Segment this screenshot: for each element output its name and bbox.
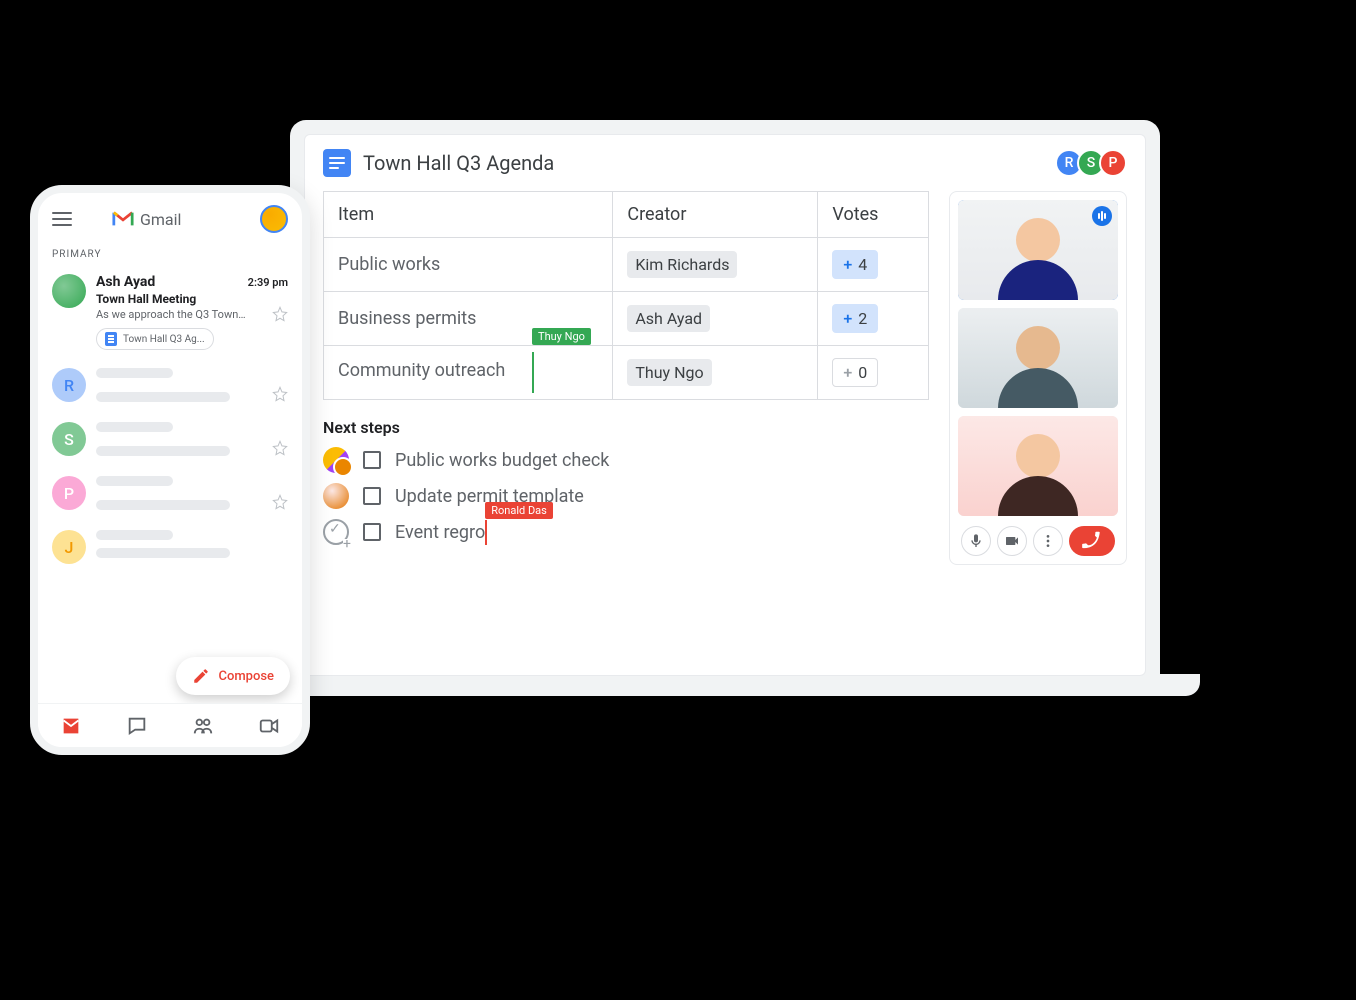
plus-icon: + — [843, 363, 852, 382]
email-snippet: As we approach the Q3 Town Ha... — [96, 308, 246, 321]
step-text[interactable]: Public works budget check — [395, 450, 609, 471]
placeholder-avatar: S — [52, 422, 86, 456]
gmail-logo: Gmail — [112, 210, 181, 229]
more-options-button[interactable] — [1033, 526, 1063, 556]
placeholder-avatar: J — [52, 530, 86, 564]
star-icon[interactable] — [272, 306, 288, 322]
placeholder-avatar: P — [52, 476, 86, 510]
votes-cell: +0 — [818, 346, 929, 400]
checkbox[interactable] — [363, 451, 381, 469]
speaking-indicator-icon — [1092, 206, 1112, 226]
email-placeholder[interactable]: J — [38, 520, 302, 576]
agenda-table: Item Creator Votes Public works Kim Rich… — [323, 191, 929, 400]
star-icon[interactable] — [272, 494, 288, 510]
item-cell[interactable]: Public works — [324, 238, 613, 292]
assignee-avatar-group[interactable] — [323, 447, 349, 473]
video-tile[interactable] — [958, 416, 1118, 516]
live-cursor — [485, 520, 487, 545]
email-placeholder[interactable]: S — [38, 412, 302, 466]
item-cell[interactable]: Community outreach Thuy Ngo — [324, 346, 613, 400]
meet-panel — [949, 191, 1127, 565]
plus-icon: + — [843, 309, 852, 328]
docs-header: Town Hall Q3 Agenda R S P — [323, 149, 1127, 177]
table-header-creator: Creator — [613, 192, 818, 238]
table-header-item: Item — [324, 192, 613, 238]
docs-app-icon — [323, 149, 351, 177]
email-sender: Ash Ayad — [96, 274, 155, 290]
next-steps-heading: Next steps — [323, 418, 929, 437]
meet-controls — [958, 526, 1118, 556]
video-tile[interactable] — [958, 200, 1118, 300]
compose-button[interactable]: Compose — [176, 657, 290, 695]
email-subject: Town Hall Meeting — [96, 292, 288, 306]
email-placeholder[interactable]: R — [38, 358, 302, 412]
collaborator-avatar[interactable]: P — [1099, 149, 1127, 177]
sender-avatar — [52, 274, 86, 308]
profile-avatar[interactable] — [260, 205, 288, 233]
email-time: 2:39 pm — [248, 276, 288, 289]
table-row: Public works Kim Richards +4 — [324, 238, 929, 292]
gmail-m-icon — [112, 210, 134, 228]
cursor-tag: Ronald Das — [485, 502, 553, 519]
laptop-frame: Town Hall Q3 Agenda R S P Item Creator V… — [290, 120, 1160, 690]
creator-chip: Kim Richards — [627, 251, 737, 278]
docs-mini-icon — [105, 332, 117, 346]
primary-tab-label: PRIMARY — [38, 241, 302, 266]
placeholder-avatar: R — [52, 368, 86, 402]
votes-cell: +2 — [818, 292, 929, 346]
mute-button[interactable] — [961, 526, 991, 556]
docs-window: Town Hall Q3 Agenda R S P Item Creator V… — [304, 134, 1146, 676]
table-row: Business permits Ash Ayad +2 — [324, 292, 929, 346]
email-item[interactable]: Ash Ayad 2:39 pm Town Hall Meeting As we… — [38, 266, 302, 358]
assign-icon[interactable] — [323, 519, 349, 545]
creator-cell[interactable]: Kim Richards — [613, 238, 818, 292]
collaborator-avatars: R S P — [1061, 149, 1127, 177]
step-row: Update permit template — [323, 483, 929, 509]
mail-nav-icon[interactable] — [60, 715, 82, 737]
checkbox[interactable] — [363, 487, 381, 505]
meet-nav-icon[interactable] — [258, 715, 280, 737]
gmail-phone-mockup: Gmail PRIMARY Ash Ayad 2:39 pm Town Hall… — [30, 185, 310, 755]
assignee-avatar[interactable] — [323, 483, 349, 509]
gmail-header: Gmail — [38, 193, 302, 241]
chat-nav-icon[interactable] — [126, 715, 148, 737]
live-cursor — [532, 352, 534, 393]
video-tile[interactable] — [958, 308, 1118, 408]
spaces-nav-icon[interactable] — [192, 715, 214, 737]
attachment-chip[interactable]: Town Hall Q3 Ag... — [96, 328, 214, 350]
star-icon[interactable] — [272, 386, 288, 402]
vote-chip[interactable]: +0 — [832, 358, 878, 387]
vote-chip[interactable]: +2 — [832, 304, 878, 333]
docs-title[interactable]: Town Hall Q3 Agenda — [363, 151, 554, 175]
camera-button[interactable] — [997, 526, 1027, 556]
star-icon[interactable] — [272, 440, 288, 456]
cursor-tag: Thuy Ngo — [532, 328, 591, 345]
bottom-nav — [38, 703, 302, 747]
creator-chip: Thuy Ngo — [627, 359, 711, 386]
hamburger-menu-icon[interactable] — [52, 212, 72, 226]
plus-icon: + — [843, 255, 852, 274]
vote-chip[interactable]: +4 — [832, 250, 878, 279]
docs-content[interactable]: Item Creator Votes Public works Kim Rich… — [323, 191, 929, 565]
table-row: Community outreach Thuy Ngo Thuy Ngo +0 — [324, 346, 929, 400]
step-text[interactable]: Event regro Ronald Das — [395, 522, 485, 543]
step-row: Public works budget check — [323, 447, 929, 473]
step-row: Event regro Ronald Das — [323, 519, 929, 545]
hangup-button[interactable] — [1069, 526, 1115, 556]
pencil-icon — [192, 667, 210, 685]
checkbox[interactable] — [363, 523, 381, 541]
creator-cell[interactable]: Ash Ayad — [613, 292, 818, 346]
votes-cell: +4 — [818, 238, 929, 292]
compose-label: Compose — [218, 669, 274, 684]
creator-chip: Ash Ayad — [627, 305, 710, 332]
gmail-app-name: Gmail — [140, 210, 181, 229]
creator-cell[interactable]: Thuy Ngo — [613, 346, 818, 400]
attachment-name: Town Hall Q3 Ag... — [123, 334, 205, 345]
email-placeholder[interactable]: P — [38, 466, 302, 520]
table-header-votes: Votes — [818, 192, 929, 238]
